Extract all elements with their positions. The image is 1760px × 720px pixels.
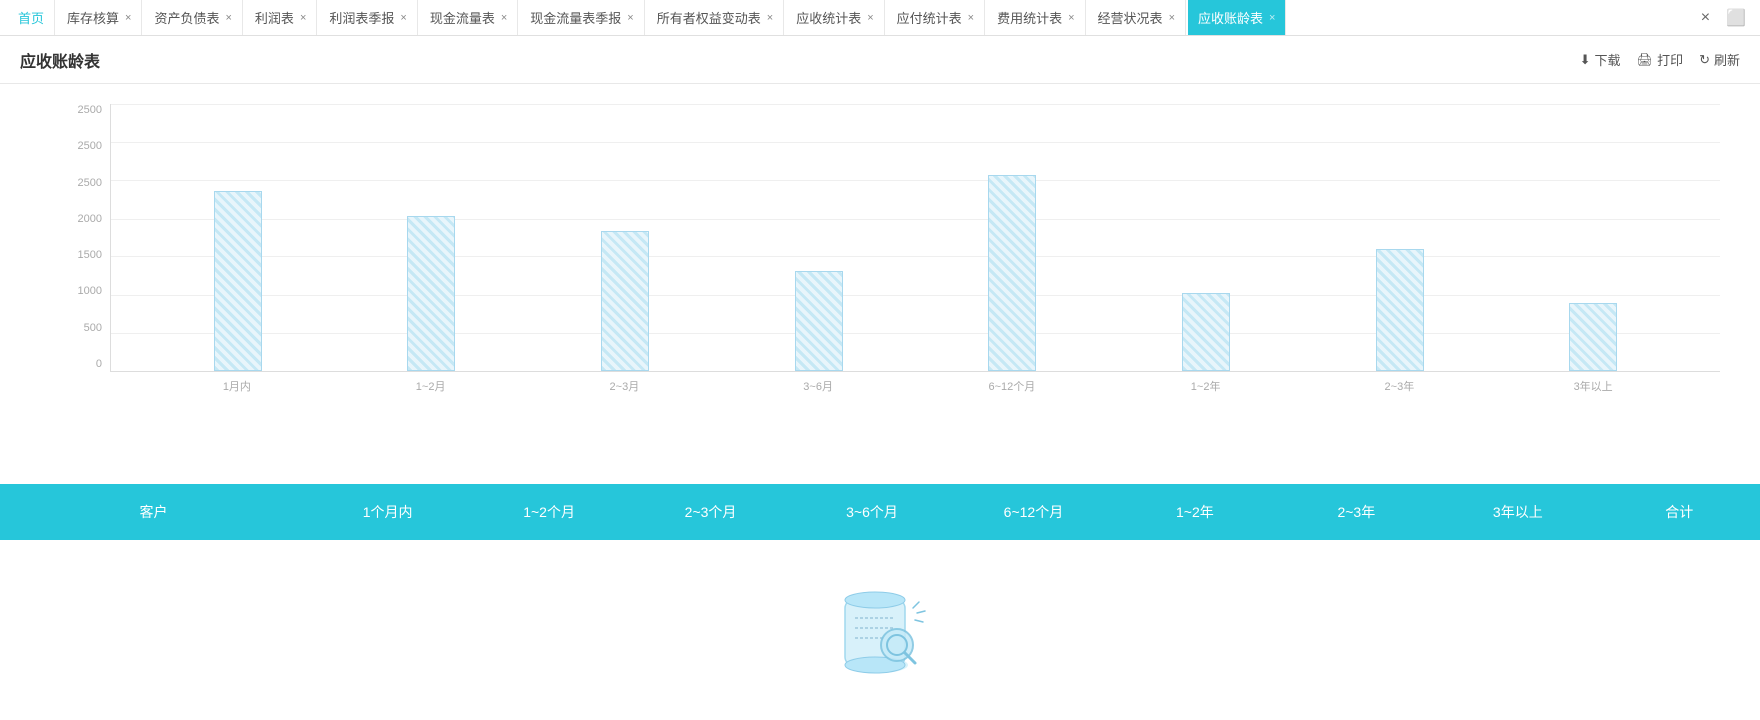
tab-expense[interactable]: 费用统计表 × <box>987 0 1085 36</box>
y-label-1500: 1500 <box>78 249 102 261</box>
x-label-1m: 1月内 <box>207 378 267 394</box>
refresh-icon: ↻ <box>1699 52 1710 68</box>
y-label-2500a: 2500 <box>78 104 102 116</box>
chart-plot <box>110 104 1720 372</box>
close-icon[interactable]: × <box>1068 12 1074 24</box>
tab-cashflow-q[interactable]: 现金流量表季报 × <box>520 0 644 36</box>
page-header: 应收账龄表 ⬇ 下载 🖨 打印 ↻ 刷新 <box>0 36 1760 84</box>
y-label-0: 0 <box>96 358 102 370</box>
bar-12m <box>407 216 455 371</box>
close-icon[interactable]: × <box>627 12 633 24</box>
header-actions: ⬇ 下载 🖨 打印 ↻ 刷新 <box>1580 50 1740 69</box>
bar-group-3yplus <box>1569 303 1617 371</box>
y-label-2500b: 2500 <box>78 140 102 152</box>
x-labels: 1月内 1~2月 2~3月 3~6月 6~12个月 1~2年 2~3年 3年以上 <box>110 372 1720 394</box>
th-1m: 1个月内 <box>307 502 468 522</box>
tab-profit[interactable]: 利润表 × <box>245 0 317 36</box>
bar-group-23y <box>1376 249 1424 371</box>
bar-612m <box>988 175 1036 371</box>
maximize-window-button[interactable]: ⬜ <box>1720 4 1752 32</box>
window-controls: × ⬜ <box>1695 4 1752 32</box>
y-label-2500c: 2500 <box>78 177 102 189</box>
tab-operations[interactable]: 经营状况表 × <box>1088 0 1186 36</box>
bar-group-36m <box>795 271 843 371</box>
th-12y: 1~2年 <box>1114 502 1275 522</box>
close-window-button[interactable]: × <box>1695 5 1716 31</box>
table-header: 客户 1个月内 1~2个月 2~3个月 3~6个月 6~12个月 1~2年 2~… <box>0 484 1760 540</box>
y-label-500: 500 <box>84 322 102 334</box>
th-23m: 2~3个月 <box>630 502 791 522</box>
th-36m: 3~6个月 <box>791 502 952 522</box>
print-icon: 🖨 <box>1637 52 1654 68</box>
main-content: 2500 2500 2500 2000 1500 1000 500 0 <box>0 84 1760 720</box>
x-label-12m: 1~2月 <box>401 378 461 394</box>
th-12m: 1~2个月 <box>468 502 629 522</box>
bar-group-612m <box>988 175 1036 371</box>
page-title: 应收账龄表 <box>20 48 100 72</box>
tab-equity[interactable]: 所有者权益变动表 × <box>647 0 784 36</box>
tab-inventory[interactable]: 库存核算 × <box>57 0 142 36</box>
bar-group-12y <box>1182 293 1230 371</box>
th-3yplus: 3年以上 <box>1437 502 1598 522</box>
th-23y: 2~3年 <box>1276 502 1437 522</box>
x-label-23y: 2~3年 <box>1369 378 1429 394</box>
tab-balance[interactable]: 资产负债表 × <box>144 0 242 36</box>
bar-1m <box>214 191 262 371</box>
download-button[interactable]: ⬇ 下载 <box>1580 50 1621 69</box>
close-icon[interactable]: × <box>225 12 231 24</box>
x-label-3yplus: 3年以上 <box>1563 378 1623 394</box>
close-icon[interactable]: × <box>767 12 773 24</box>
bar-12y <box>1182 293 1230 371</box>
bar-group-12m <box>407 216 455 371</box>
bars-container <box>111 104 1720 371</box>
x-label-612m: 6~12个月 <box>982 378 1042 394</box>
refresh-button[interactable]: ↻ 刷新 <box>1699 50 1740 69</box>
bar-23y <box>1376 249 1424 371</box>
close-icon[interactable]: × <box>968 12 974 24</box>
close-icon[interactable]: × <box>400 12 406 24</box>
close-icon[interactable]: × <box>1169 12 1175 24</box>
x-label-12y: 1~2年 <box>1176 378 1236 394</box>
tab-ap-stats[interactable]: 应付统计表 × <box>887 0 985 36</box>
empty-illustration <box>825 580 935 680</box>
tab-home[interactable]: 首页 <box>8 0 55 36</box>
close-icon[interactable]: × <box>501 12 507 24</box>
bar-23m <box>601 231 649 371</box>
close-icon[interactable]: × <box>300 12 306 24</box>
tab-cashflow[interactable]: 现金流量表 × <box>420 0 518 36</box>
th-612m: 6~12个月 <box>953 502 1114 522</box>
close-icon[interactable]: × <box>1269 12 1275 24</box>
bar-36m <box>795 271 843 371</box>
tab-bar: 首页 库存核算 × 资产负债表 × 利润表 × 利润表季报 × 现金流量表 × … <box>0 0 1760 36</box>
close-icon[interactable]: × <box>125 12 131 24</box>
tab-profit-q[interactable]: 利润表季报 × <box>319 0 417 36</box>
print-button[interactable]: 🖨 打印 <box>1637 50 1684 69</box>
y-label-2000: 2000 <box>78 213 102 225</box>
tab-ar-aging[interactable]: 应收账龄表 × <box>1188 0 1286 36</box>
th-customer: 客户 <box>0 502 307 522</box>
bar-3yplus <box>1569 303 1617 371</box>
th-total: 合计 <box>1599 502 1760 522</box>
x-label-36m: 3~6月 <box>788 378 848 394</box>
y-label-1000: 1000 <box>78 285 102 297</box>
bar-group-1m <box>214 191 262 371</box>
empty-state <box>0 540 1760 720</box>
x-label-23m: 2~3月 <box>594 378 654 394</box>
chart-area: 2500 2500 2500 2000 1500 1000 500 0 <box>0 84 1760 484</box>
tab-ar-stats[interactable]: 应收统计表 × <box>786 0 884 36</box>
bar-group-23m <box>601 231 649 371</box>
download-icon: ⬇ <box>1580 52 1591 68</box>
close-icon[interactable]: × <box>867 12 873 24</box>
